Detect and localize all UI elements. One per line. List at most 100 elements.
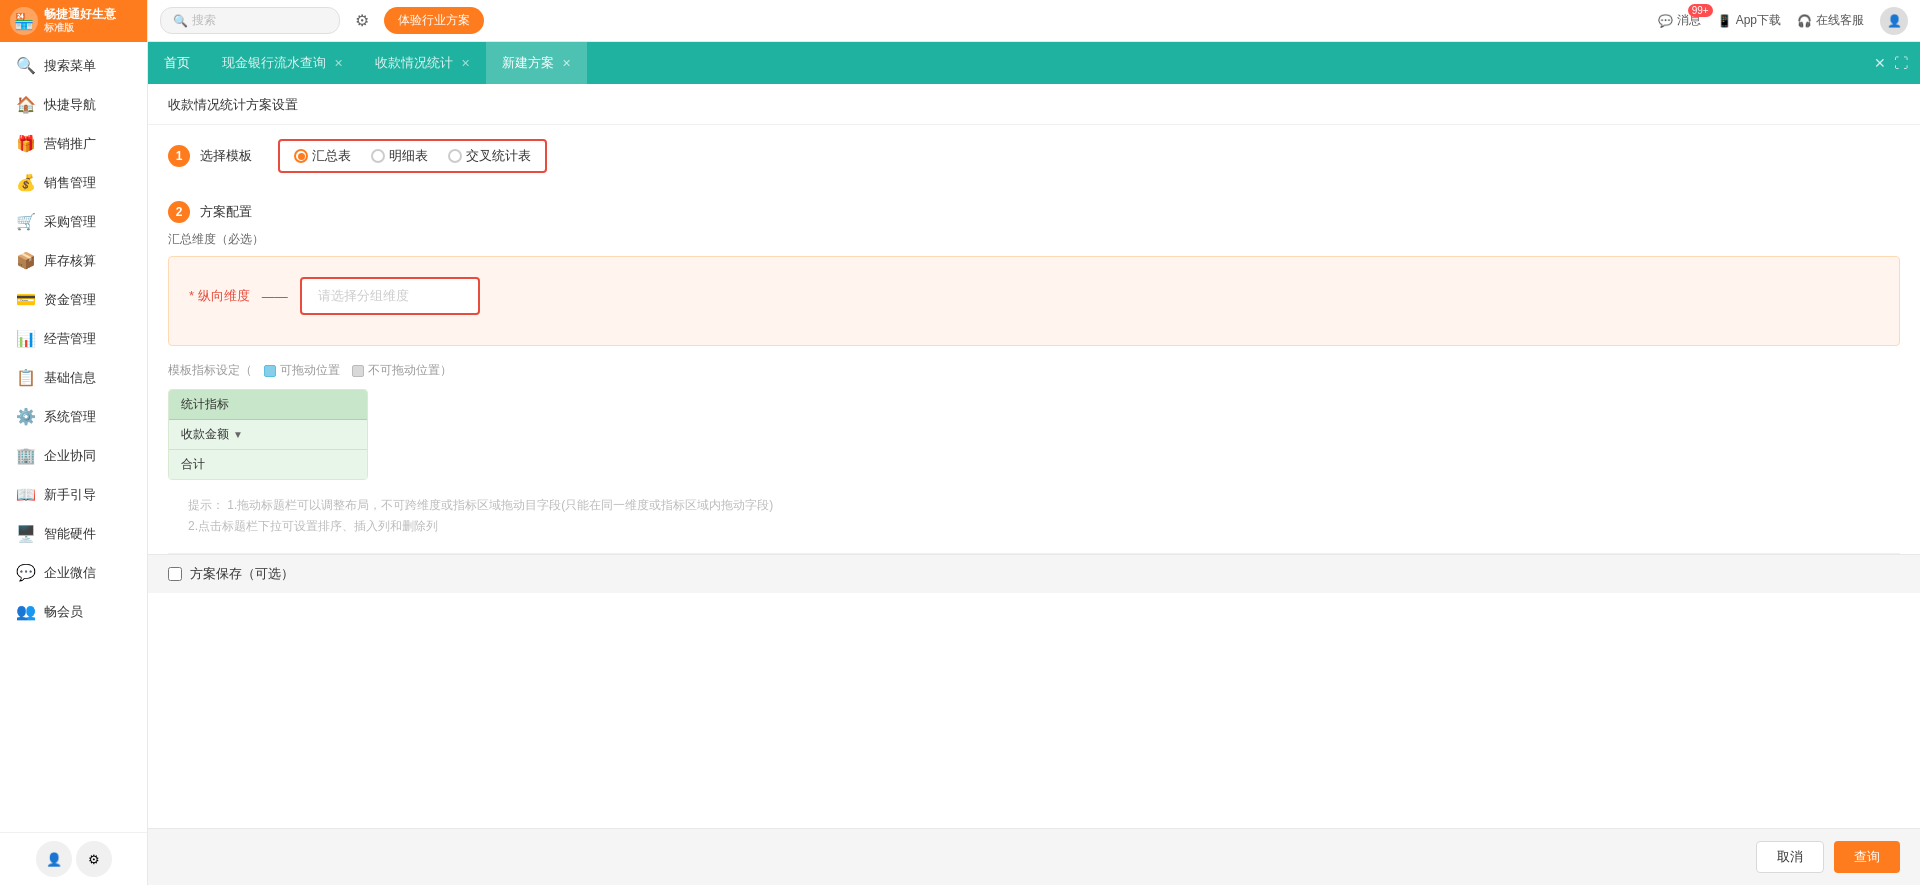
indicators-section: 模板指标设定（ 可拖动位置 不可拖动位置） 统计指标 收 bbox=[168, 362, 1900, 483]
sidebar-label-wechat: 企业微信 bbox=[44, 564, 96, 582]
sidebar-bottom: 👤 ⚙ bbox=[0, 832, 147, 885]
tab-collection-stat-label: 收款情况统计 bbox=[375, 54, 453, 72]
tab-bar-actions: ✕ ⛶ bbox=[1874, 55, 1920, 71]
dim-selector-placeholder: 请选择分组维度 bbox=[318, 288, 409, 303]
tab-close-btn[interactable]: ✕ bbox=[1874, 55, 1886, 71]
indicator-table: 统计指标 收款金额 ▼ 合计 bbox=[168, 389, 368, 480]
indicator-amount-label: 收款金额 bbox=[181, 426, 229, 443]
sidebar-label-purchase: 采购管理 bbox=[44, 213, 96, 231]
step1-section: 1 选择模板 汇总表 明细表 交叉统计表 bbox=[148, 125, 1920, 187]
sidebar-label-enterprise: 企业协同 bbox=[44, 447, 96, 465]
main-area: 🔍 搜索 ⚙ 体验行业方案 💬 消息 99+ 📱 App下载 🎧 在线客服 👤 bbox=[148, 0, 1920, 885]
tab-new-plan[interactable]: 新建方案 ✕ bbox=[486, 42, 587, 84]
radio-cross[interactable]: 交叉统计表 bbox=[448, 147, 531, 165]
logo-text: 畅捷通好生意 标准版 bbox=[44, 7, 116, 35]
app-icon: 📱 bbox=[1717, 14, 1732, 28]
legend-draggable-box bbox=[264, 365, 276, 377]
operations-icon: 📊 bbox=[16, 329, 36, 348]
radio-summary[interactable]: 汇总表 bbox=[294, 147, 351, 165]
sidebar-item-inventory[interactable]: 📦 库存核算 bbox=[0, 241, 147, 280]
radio-detail[interactable]: 明细表 bbox=[371, 147, 428, 165]
message-icon: 💬 bbox=[1658, 14, 1673, 28]
save-plan-checkbox[interactable] bbox=[168, 567, 182, 581]
search-bar[interactable]: 🔍 搜索 bbox=[160, 7, 340, 34]
bottom-bar: 取消 查询 bbox=[148, 828, 1920, 885]
radio-detail-dot bbox=[371, 149, 385, 163]
sidebar-item-quick-nav[interactable]: 🏠 快捷导航 bbox=[0, 85, 147, 124]
dimension-title: 汇总维度（必选） bbox=[168, 231, 1900, 248]
sidebar-nav: 🔍 搜索菜单 🏠 快捷导航 🎁 营销推广 💰 销售管理 🛒 采购管理 📦 库存核… bbox=[0, 42, 147, 832]
settings-icon[interactable]: ⚙ bbox=[348, 7, 376, 35]
sidebar-logo: 🏪 畅捷通好生意 标准版 bbox=[0, 0, 147, 42]
tab-home-label: 首页 bbox=[164, 54, 190, 72]
sidebar-item-marketing[interactable]: 🎁 营销推广 bbox=[0, 124, 147, 163]
user-avatar[interactable]: 👤 bbox=[1880, 7, 1908, 35]
search-placeholder: 搜索 bbox=[192, 12, 216, 29]
tab-collection-stat-close[interactable]: ✕ bbox=[461, 57, 470, 70]
online-service-btn[interactable]: 🎧 在线客服 bbox=[1797, 12, 1864, 29]
enterprise-icon: 🏢 bbox=[16, 446, 36, 465]
cancel-button[interactable]: 取消 bbox=[1756, 841, 1824, 873]
finance-icon: 💳 bbox=[16, 290, 36, 309]
messages-btn[interactable]: 💬 消息 99+ bbox=[1658, 12, 1701, 29]
messages-badge: 99+ bbox=[1688, 4, 1713, 17]
save-plan-label: 方案保存（可选） bbox=[190, 565, 294, 583]
legend-not-draggable-box bbox=[352, 365, 364, 377]
sidebar: 🏪 畅捷通好生意 标准版 🔍 搜索菜单 🏠 快捷导航 🎁 营销推广 💰 销售管理… bbox=[0, 0, 148, 885]
sidebar-settings[interactable]: ⚙ bbox=[76, 841, 112, 877]
app-download-btn[interactable]: 📱 App下载 bbox=[1717, 12, 1781, 29]
dimension-row: * 纵向维度 —— 请选择分组维度 bbox=[189, 277, 1879, 315]
indicators-legend: 模板指标设定（ 可拖动位置 不可拖动位置） bbox=[168, 362, 1900, 379]
tab-cash-flow[interactable]: 现金银行流水查询 ✕ bbox=[206, 42, 359, 84]
search-icon: 🔍 bbox=[173, 14, 188, 28]
tab-collection-stat[interactable]: 收款情况统计 ✕ bbox=[359, 42, 486, 84]
legend-draggable: 可拖动位置 bbox=[264, 362, 340, 379]
step2-label: 方案配置 bbox=[200, 203, 252, 221]
page-title: 收款情况统计方案设置 bbox=[168, 97, 298, 112]
system-icon: ⚙️ bbox=[16, 407, 36, 426]
page-footer: 方案保存（可选） bbox=[148, 554, 1920, 593]
sidebar-item-basic-info[interactable]: 📋 基础信息 bbox=[0, 358, 147, 397]
radio-cross-label: 交叉统计表 bbox=[466, 147, 531, 165]
dim-selector[interactable]: 请选择分组维度 bbox=[300, 277, 480, 315]
tab-home[interactable]: 首页 bbox=[148, 42, 206, 84]
sidebar-item-enterprise[interactable]: 🏢 企业协同 bbox=[0, 436, 147, 475]
tab-bar: 首页 现金银行流水查询 ✕ 收款情况统计 ✕ 新建方案 ✕ ✕ ⛶ bbox=[148, 42, 1920, 84]
industry-btn[interactable]: 体验行业方案 bbox=[384, 7, 484, 34]
sidebar-label-sales: 销售管理 bbox=[44, 174, 96, 192]
legend-not-draggable: 不可拖动位置） bbox=[352, 362, 452, 379]
indicator-cell-amount[interactable]: 收款金额 ▼ bbox=[169, 420, 367, 449]
page-content: 收款情况统计方案设置 1 选择模板 汇总表 明细表 bbox=[148, 84, 1920, 828]
logo-icon: 🏪 bbox=[10, 7, 38, 35]
dimension-section: 汇总维度（必选） * 纵向维度 —— 请选择分组维度 模板指标设定（ bbox=[148, 231, 1920, 553]
step2-section: 2 方案配置 bbox=[148, 187, 1920, 231]
sidebar-item-purchase[interactable]: 🛒 采购管理 bbox=[0, 202, 147, 241]
sidebar-item-search-menu[interactable]: 🔍 搜索菜单 bbox=[0, 46, 147, 85]
smart-hw-icon: 🖥️ bbox=[16, 524, 36, 543]
template-radio-group: 汇总表 明细表 交叉统计表 bbox=[278, 139, 547, 173]
search-menu-icon: 🔍 bbox=[16, 56, 36, 75]
sidebar-item-wechat[interactable]: 💬 企业微信 bbox=[0, 553, 147, 592]
step2-num: 2 bbox=[168, 201, 190, 223]
tab-new-plan-close[interactable]: ✕ bbox=[562, 57, 571, 70]
top-header-right: 💬 消息 99+ 📱 App下载 🎧 在线客服 👤 bbox=[1658, 7, 1908, 35]
step1-num: 1 bbox=[168, 145, 190, 167]
sidebar-item-finance[interactable]: 💳 资金管理 bbox=[0, 280, 147, 319]
step1-label: 选择模板 bbox=[200, 147, 252, 165]
sidebar-item-operations[interactable]: 📊 经营管理 bbox=[0, 319, 147, 358]
purchase-icon: 🛒 bbox=[16, 212, 36, 231]
sidebar-item-smart-hw[interactable]: 🖥️ 智能硬件 bbox=[0, 514, 147, 553]
sidebar-item-sales[interactable]: 💰 销售管理 bbox=[0, 163, 147, 202]
query-button[interactable]: 查询 bbox=[1834, 841, 1900, 873]
tab-maximize-btn[interactable]: ⛶ bbox=[1894, 55, 1908, 71]
sidebar-item-member[interactable]: 👥 畅会员 bbox=[0, 592, 147, 631]
sidebar-avatar[interactable]: 👤 bbox=[36, 841, 72, 877]
sidebar-item-system[interactable]: ⚙️ 系统管理 bbox=[0, 397, 147, 436]
sidebar-label-finance: 资金管理 bbox=[44, 291, 96, 309]
sidebar-label-search-menu: 搜索菜单 bbox=[44, 57, 96, 75]
dimension-area: * 纵向维度 —— 请选择分组维度 bbox=[168, 256, 1900, 346]
legend-not-draggable-label: 不可拖动位置） bbox=[368, 362, 452, 379]
tab-cash-flow-close[interactable]: ✕ bbox=[334, 57, 343, 70]
sidebar-item-guide[interactable]: 📖 新手引导 bbox=[0, 475, 147, 514]
top-header-left: 🔍 搜索 ⚙ 体验行业方案 bbox=[160, 7, 484, 35]
